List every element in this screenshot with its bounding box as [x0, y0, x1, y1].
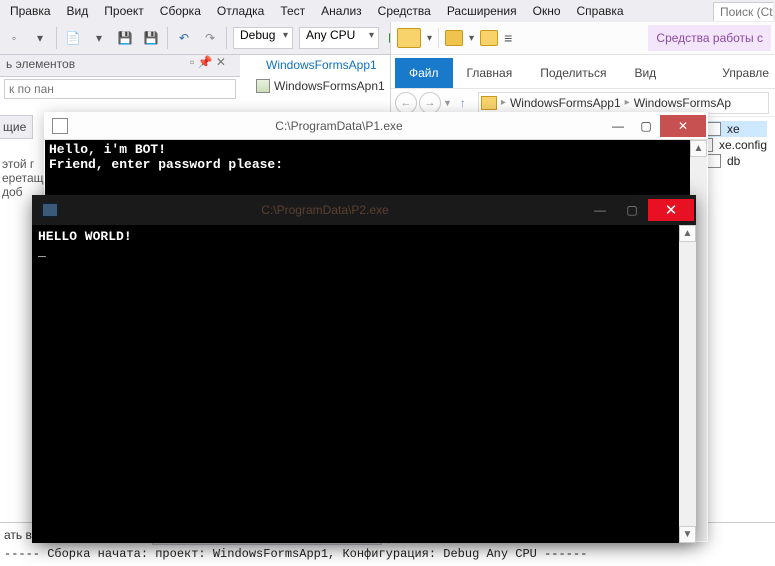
p2-titlebar[interactable]: C:\ProgramData\P2.exe — ▢ ✕: [32, 195, 696, 225]
menu-project[interactable]: Проект: [96, 1, 152, 21]
app-icon: [42, 203, 58, 217]
folder-icon: [481, 96, 497, 110]
editor-nav-combo[interactable]: WindowsFormsApn1: [256, 77, 385, 95]
tab-view[interactable]: Вид: [620, 58, 670, 88]
p1-console-output: Hello, i'm BOT! Friend, enter password p…: [45, 140, 707, 174]
nav-up-button[interactable]: ↑: [454, 94, 472, 112]
menu-tools[interactable]: Средства: [370, 1, 439, 21]
editor-tab[interactable]: WindowsFormsApp1: [256, 55, 387, 77]
scroll-up-icon[interactable]: ▲: [690, 140, 707, 157]
global-search-input[interactable]: Поиск (Ctrl+Q: [713, 2, 773, 21]
file-icon: [707, 154, 721, 168]
list-item[interactable]: xe.config: [707, 137, 767, 153]
dropdown-icon[interactable]: ▾: [469, 33, 474, 44]
nav-back-icon[interactable]: ◦: [4, 28, 24, 48]
maximize-button[interactable]: ▢: [616, 199, 648, 221]
toolbox-group-tab[interactable]: щие: [0, 115, 33, 139]
platform-select[interactable]: Any CPU: [299, 27, 379, 49]
nav-back-button[interactable]: ←: [395, 92, 417, 114]
p1-titlebar[interactable]: C:\ProgramData\P1.exe — ▢ ✕: [44, 112, 708, 140]
list-item[interactable]: xe: [707, 121, 767, 137]
panel-header-tools: ▫ 📌 ✕: [190, 55, 226, 69]
nav-forward-button[interactable]: →: [419, 92, 441, 114]
menu-window[interactable]: Окно: [525, 1, 569, 21]
menu-analyze[interactable]: Анализ: [313, 1, 370, 21]
folder-icon[interactable]: [445, 30, 463, 46]
p2-title: C:\ProgramData\P2.exe: [66, 203, 584, 217]
breadcrumb-part[interactable]: WindowsFormsApp1: [510, 96, 621, 110]
minimize-button[interactable]: —: [584, 199, 616, 221]
tab-share[interactable]: Поделиться: [526, 58, 620, 88]
project-icon: [256, 79, 270, 93]
chevron-right-icon[interactable]: ▸: [625, 97, 630, 108]
explorer-file-list: xe xe.config db: [697, 117, 775, 173]
save-all-icon[interactable]: 💾: [141, 28, 161, 48]
explorer-quick-toolbar: ▾ ▾ ≡ Средства работы с: [391, 22, 775, 55]
scroll-down-icon[interactable]: ▼: [679, 526, 696, 543]
toolbar-separator: [56, 27, 57, 49]
toolbox-search-row: [0, 77, 240, 101]
breadcrumb-part[interactable]: WindowsFormsAp: [634, 96, 731, 110]
toolbar-separator: [226, 27, 227, 49]
list-item[interactable]: db: [707, 153, 767, 169]
close-button[interactable]: ✕: [648, 199, 694, 221]
editor-nav-text: WindowsFormsApn1: [274, 79, 385, 93]
chevron-right-icon[interactable]: ▸: [501, 97, 506, 108]
open-icon[interactable]: ▾: [89, 28, 109, 48]
build-log-line: ----- Сборка начата: проект: WindowsForm…: [4, 545, 771, 561]
history-dropdown-icon[interactable]: ▼: [443, 98, 452, 108]
p2-console-body[interactable]: HELLO WORLD! _ ▲ ▼: [32, 225, 696, 543]
console-window-p2: C:\ProgramData\P2.exe — ▢ ✕ HELLO WORLD!…: [32, 195, 696, 543]
toolbox-search-input[interactable]: [4, 79, 236, 99]
address-field[interactable]: ▸ WindowsFormsApp1 ▸ WindowsFormsAp: [478, 92, 769, 114]
close-button[interactable]: ✕: [660, 115, 706, 137]
menu-debug[interactable]: Отладка: [209, 1, 272, 21]
explorer-ribbon-tabs: Файл Главная Поделиться Вид Управле: [391, 55, 775, 89]
toolbar-separator: [167, 27, 168, 49]
new-file-icon[interactable]: 📄: [63, 28, 83, 48]
app-icon: [52, 118, 68, 134]
p2-console-output: HELLO WORLD! _: [32, 225, 696, 263]
menu-test[interactable]: Тест: [272, 1, 313, 21]
ribbon-contextual-label: Средства работы с: [648, 25, 771, 51]
menu-edit[interactable]: Правка: [2, 1, 59, 21]
config-select[interactable]: Debug: [233, 27, 293, 49]
redo-icon[interactable]: ↷: [200, 28, 220, 48]
p1-title: C:\ProgramData\P1.exe: [74, 119, 604, 133]
pin-icon[interactable]: ▫ 📌 ✕: [190, 55, 226, 69]
folder-icon[interactable]: [397, 28, 421, 48]
menu-view[interactable]: Вид: [59, 1, 97, 21]
menu-build[interactable]: Сборка: [152, 1, 209, 21]
save-icon[interactable]: 💾: [115, 28, 135, 48]
nav-fwd-icon[interactable]: ▾: [30, 28, 50, 48]
menu-help[interactable]: Справка: [569, 1, 632, 21]
scroll-up-icon[interactable]: ▲: [679, 225, 696, 242]
tab-file[interactable]: Файл: [395, 58, 453, 88]
file-icon: [707, 122, 721, 136]
vs-menubar: Правка Вид Проект Сборка Отладка Тест Ан…: [0, 0, 775, 22]
overflow-icon[interactable]: ≡: [504, 30, 512, 46]
menu-extensions[interactable]: Расширения: [439, 1, 525, 21]
maximize-button[interactable]: ▢: [632, 115, 660, 137]
folder-icon[interactable]: [480, 30, 498, 46]
minimize-button[interactable]: —: [604, 115, 632, 137]
tab-contextual[interactable]: Управле: [718, 58, 773, 88]
dropdown-icon[interactable]: ▾: [427, 33, 432, 44]
tab-home[interactable]: Главная: [453, 58, 527, 88]
undo-icon[interactable]: ↶: [174, 28, 194, 48]
vertical-scrollbar[interactable]: ▲ ▼: [679, 225, 696, 543]
